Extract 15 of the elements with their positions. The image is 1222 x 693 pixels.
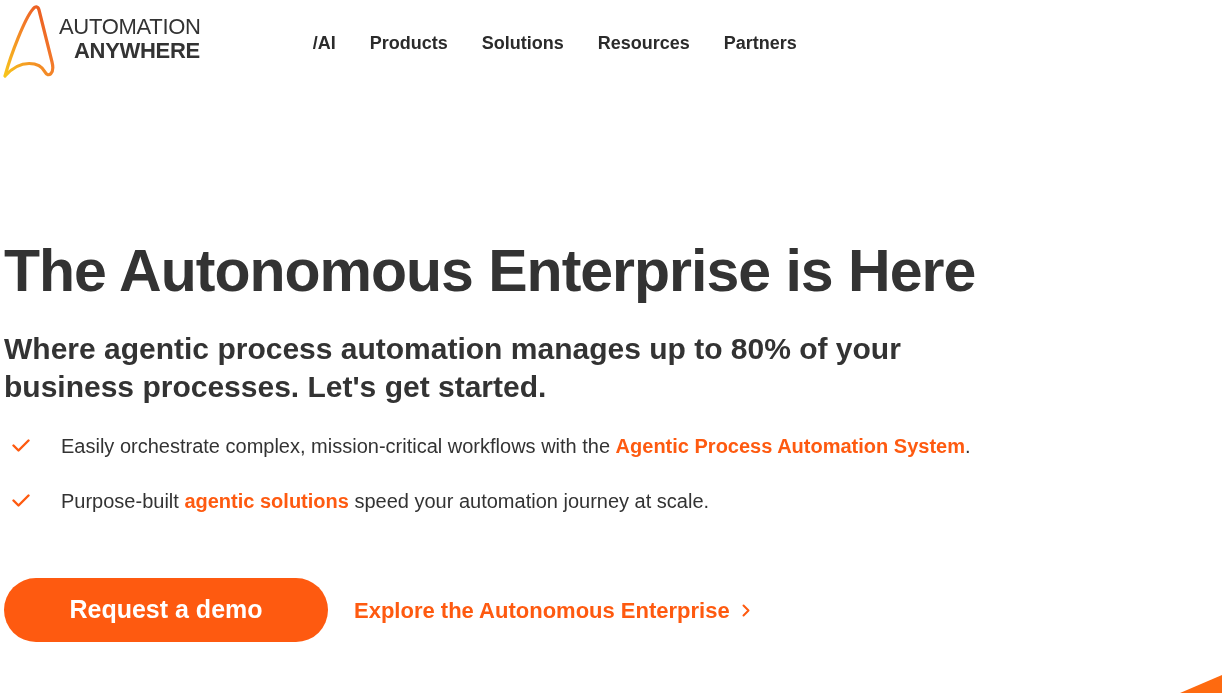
feature-text: Purpose-built agentic solutions speed your automation journey at scale. (61, 489, 710, 514)
nav-link[interactable]: Partners (723, 32, 797, 54)
check-icon (12, 439, 30, 452)
chevron-right-icon (741, 603, 750, 617)
nav-link[interactable]: Solutions (481, 32, 564, 54)
nav-link[interactable]: /AI (312, 32, 336, 54)
hero-title: The Autonomous Enterprise is Here (4, 238, 977, 304)
logo-wordmark-top: AUTOMATION (59, 15, 201, 39)
hero-subtitle: Where agentic process automation manages up to 80% of your business processes. Let's get started. (4, 331, 902, 405)
nav-link[interactable]: Resources (597, 32, 690, 54)
corner-graphic (1180, 675, 1222, 693)
feature-text: Easily orchestrate complex, mission-critical workflows with the Agentic Process Automation System. (61, 434, 971, 459)
logo-wordmark-bottom: ANYWHERE (73, 39, 201, 63)
nav-link[interactable]: Products (369, 32, 448, 54)
check-icon (12, 494, 30, 507)
